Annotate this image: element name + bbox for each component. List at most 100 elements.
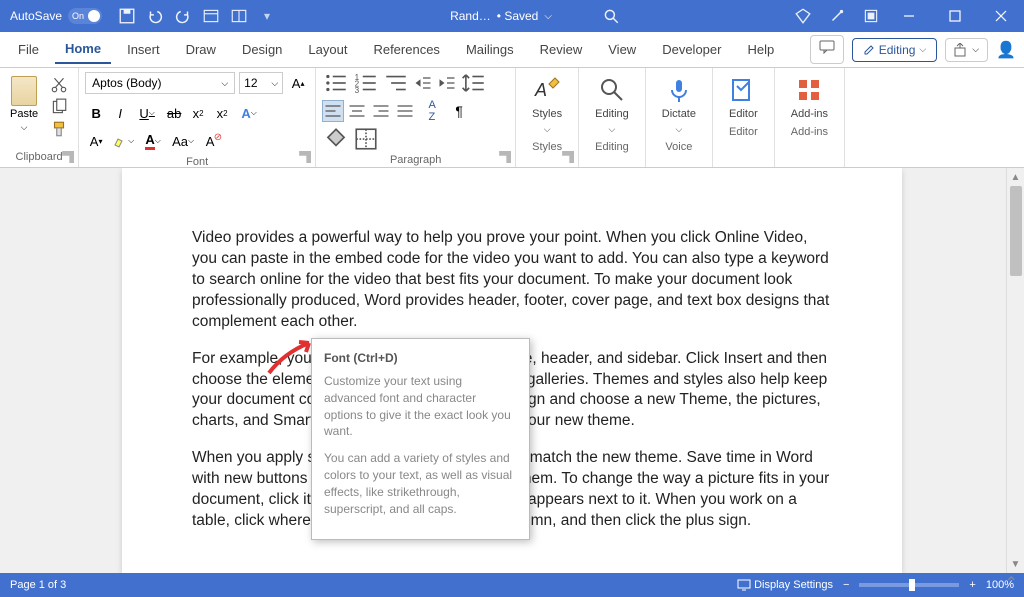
qat-customize-icon[interactable]: ▾: [258, 7, 276, 25]
tooltip-body-1: Customize your text using advanced font …: [324, 373, 517, 440]
format-painter-icon[interactable]: [50, 120, 68, 136]
tab-mailings[interactable]: Mailings: [456, 36, 524, 63]
shrink-font-icon[interactable]: A▾: [85, 130, 107, 152]
comments-button[interactable]: [810, 35, 844, 64]
line-spacing-button[interactable]: [460, 72, 488, 94]
subscript-button[interactable]: x2: [187, 102, 209, 124]
superscript-button[interactable]: x2: [211, 102, 233, 124]
paragraph-group-label: Paragraph: [322, 152, 509, 168]
bullets-button[interactable]: [322, 72, 350, 94]
change-case-button[interactable]: Aa⌵: [169, 130, 197, 152]
multilevel-list-button[interactable]: [382, 72, 410, 94]
paragraph-1: Video provides a powerful way to help yo…: [192, 228, 832, 333]
highlight-button[interactable]: ⌵: [109, 130, 137, 152]
numbering-button[interactable]: 123: [352, 72, 380, 94]
redo-icon[interactable]: [174, 7, 192, 25]
show-marks-button[interactable]: ¶: [448, 100, 470, 122]
strikethrough-button[interactable]: ab: [163, 102, 185, 124]
editing-mode-button[interactable]: Editing ⌵: [852, 38, 938, 62]
scroll-thumb[interactable]: [1010, 186, 1022, 276]
tab-review[interactable]: Review: [530, 36, 593, 63]
page-indicator[interactable]: Page 1 of 3: [10, 579, 737, 591]
titlebar-center: Rand… • Saved ⌵: [282, 7, 788, 25]
qat-icon-1[interactable]: [202, 7, 220, 25]
copy-icon[interactable]: [50, 98, 68, 114]
borders-button[interactable]: [352, 128, 380, 150]
collapse-ribbon-icon[interactable]: ⌃: [1005, 573, 1018, 593]
save-icon[interactable]: [118, 7, 136, 25]
diamond-icon[interactable]: [794, 7, 812, 25]
wand-icon[interactable]: [828, 7, 846, 25]
autosave-label: AutoSave: [10, 9, 62, 23]
font-name-combo[interactable]: Aptos (Body)⌵: [85, 72, 235, 94]
tab-developer[interactable]: Developer: [652, 36, 731, 63]
sort-button[interactable]: AZ: [418, 100, 446, 122]
titlebar-right: [788, 7, 886, 25]
styles-launcher-icon[interactable]: [562, 151, 574, 163]
dictate-button[interactable]: Dictate⌵: [652, 72, 706, 139]
zoom-out-button[interactable]: −: [843, 579, 849, 591]
bold-button[interactable]: B: [85, 102, 107, 124]
scroll-down-icon[interactable]: ▼: [1007, 555, 1024, 573]
editor-button[interactable]: Editor: [719, 72, 768, 124]
text-effects-button[interactable]: A⌵: [235, 102, 263, 124]
save-state: • Saved: [497, 9, 539, 23]
zoom-thumb[interactable]: [909, 579, 915, 591]
qat-icon-2[interactable]: [230, 7, 248, 25]
quick-access-toolbar: ▾: [112, 7, 282, 25]
group-font: Aptos (Body)⌵ 12⌵ A▴ B I U⌵ ab x2 x2 A⌵ …: [79, 68, 316, 167]
paste-button[interactable]: Paste ⌵: [6, 72, 42, 149]
vertical-scrollbar[interactable]: ▲ ▼: [1006, 168, 1024, 573]
group-editing: Editing⌵ Editing: [579, 68, 646, 167]
svg-text:A: A: [534, 80, 547, 100]
ribbon-tabs: File Home Insert Draw Design Layout Refe…: [0, 32, 1024, 68]
italic-button[interactable]: I: [109, 102, 131, 124]
minimize-button[interactable]: [886, 0, 932, 32]
tab-design[interactable]: Design: [232, 36, 292, 63]
maximize-button[interactable]: [932, 0, 978, 32]
justify-button[interactable]: [394, 100, 416, 122]
font-launcher-tooltip: Font (Ctrl+D) Customize your text using …: [311, 338, 530, 540]
cut-icon[interactable]: [50, 76, 68, 92]
tab-references[interactable]: References: [363, 36, 449, 63]
search-icon[interactable]: [602, 7, 620, 25]
decrease-indent-button[interactable]: [412, 72, 434, 94]
scroll-up-icon[interactable]: ▲: [1007, 168, 1024, 186]
addins-button[interactable]: Add-ins: [781, 72, 838, 124]
share-button[interactable]: ⌵: [945, 38, 988, 62]
styles-button[interactable]: A Styles⌵: [522, 72, 572, 139]
align-center-button[interactable]: [346, 100, 368, 122]
document-title[interactable]: Rand… • Saved ⌵: [450, 9, 552, 23]
tab-layout[interactable]: Layout: [298, 36, 357, 63]
increase-indent-button[interactable]: [436, 72, 458, 94]
chevron-down-icon: ⌵: [919, 44, 926, 55]
tab-file[interactable]: File: [8, 36, 49, 63]
paste-label: Paste: [10, 108, 38, 120]
autosave-toggle[interactable]: AutoSave On: [0, 8, 112, 24]
align-right-button[interactable]: [370, 100, 392, 122]
close-button[interactable]: [978, 0, 1024, 32]
editing-button[interactable]: Editing⌵: [585, 72, 639, 139]
display-settings-button[interactable]: Display Settings: [737, 579, 833, 591]
chevron-down-icon: ⌵: [544, 11, 552, 22]
voice-group-label: Voice: [652, 139, 706, 155]
undo-icon[interactable]: [146, 7, 164, 25]
zoom-slider[interactable]: [859, 583, 959, 587]
tab-home[interactable]: Home: [55, 35, 111, 64]
clear-formatting-icon[interactable]: A⊘: [199, 130, 221, 152]
tab-insert[interactable]: Insert: [117, 36, 170, 63]
toggle-switch[interactable]: On: [68, 8, 102, 24]
font-color-button[interactable]: A⌵: [139, 130, 167, 152]
shading-button[interactable]: [322, 128, 350, 150]
tab-help[interactable]: Help: [737, 36, 784, 63]
font-size-combo[interactable]: 12⌵: [239, 72, 283, 94]
tab-draw[interactable]: Draw: [176, 36, 226, 63]
align-left-button[interactable]: [322, 100, 344, 122]
grow-font-icon[interactable]: A▴: [287, 72, 309, 94]
tab-view[interactable]: View: [598, 36, 646, 63]
window-icon[interactable]: [862, 7, 880, 25]
account-icon[interactable]: 👤: [996, 40, 1016, 60]
zoom-in-button[interactable]: +: [969, 579, 975, 591]
editor-icon: [729, 76, 757, 104]
underline-button[interactable]: U⌵: [133, 102, 161, 124]
